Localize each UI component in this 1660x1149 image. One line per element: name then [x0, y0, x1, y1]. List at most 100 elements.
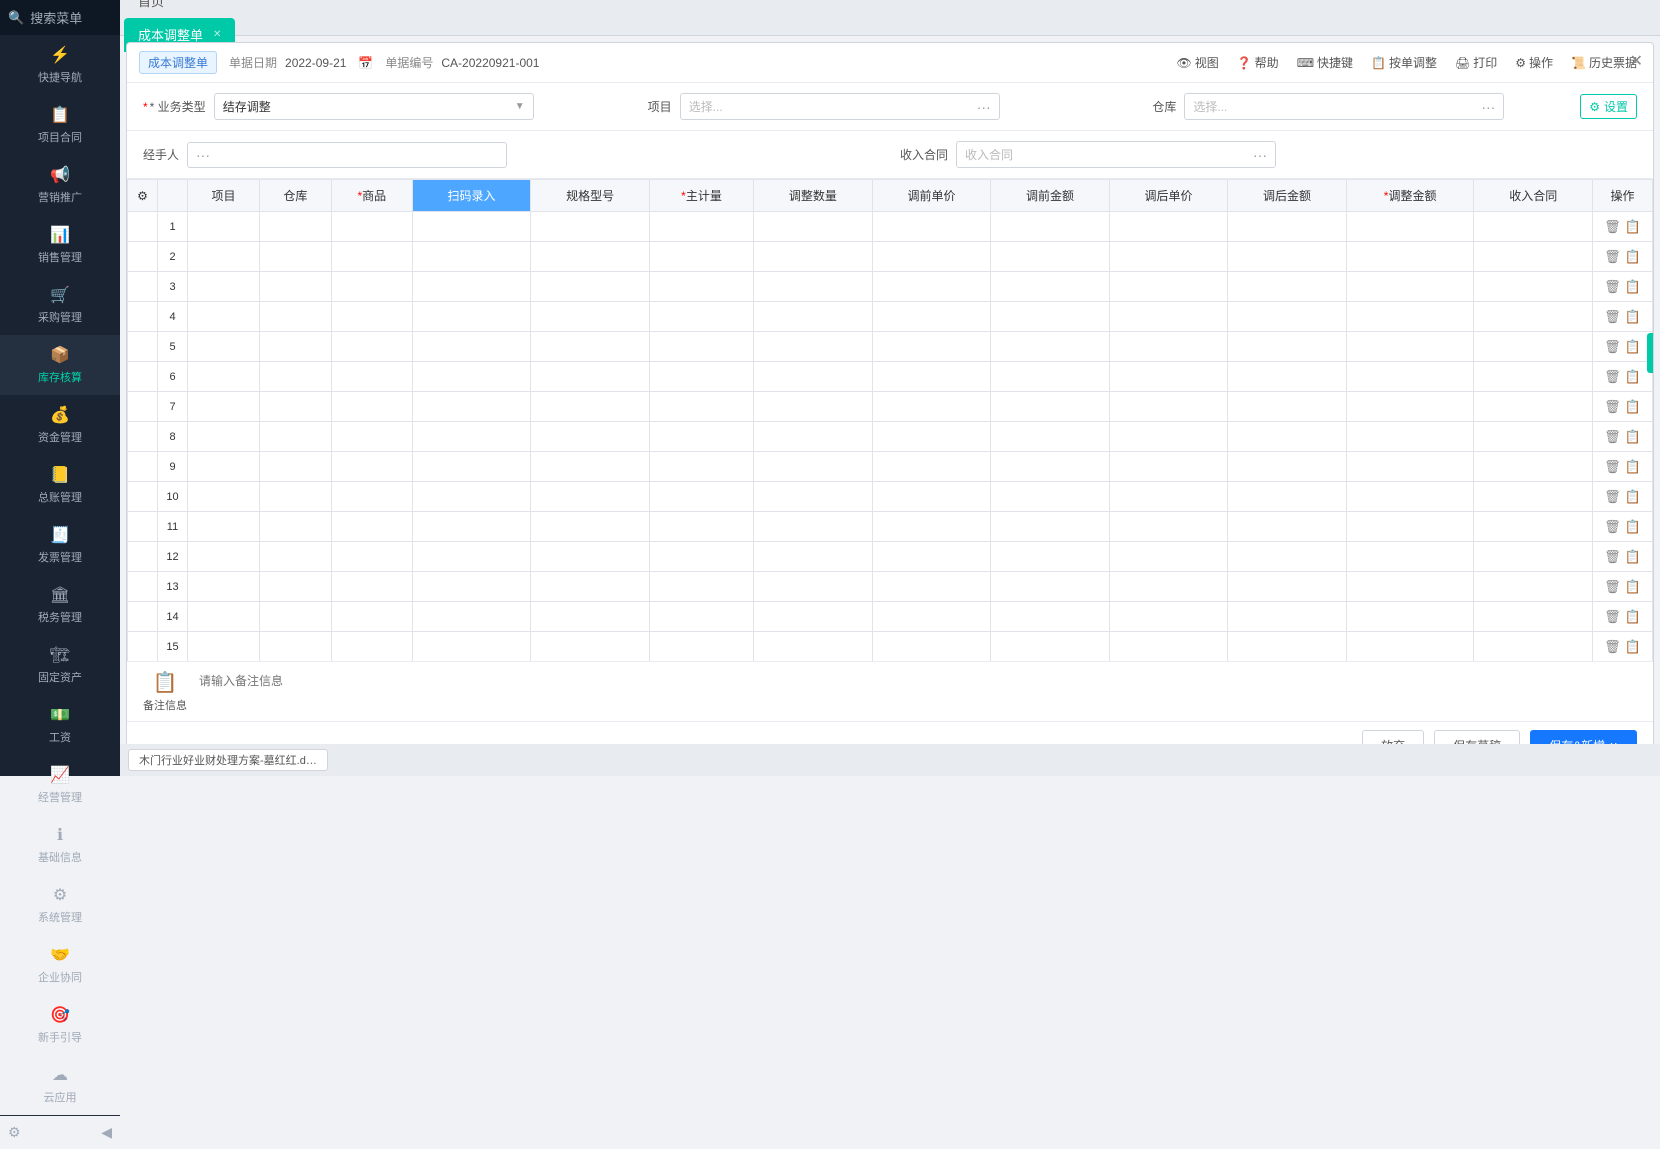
row-copy-4[interactable]: 📋 — [1625, 309, 1641, 325]
doc-action-print[interactable]: 🖨打印 — [1451, 52, 1501, 73]
cell-scan-3[interactable] — [412, 272, 531, 302]
row-delete-13[interactable]: 🗑 — [1604, 579, 1621, 595]
cell-preunitprice-5[interactable] — [872, 332, 991, 362]
cell-adjamount-13[interactable] — [1346, 572, 1474, 602]
cell-incomecontract-1[interactable] — [1474, 212, 1593, 242]
cell-postamount-9[interactable] — [1228, 452, 1347, 482]
cell-incomecontract-15[interactable] — [1474, 632, 1593, 662]
cell-incomecontract-14[interactable] — [1474, 602, 1593, 632]
cell-product-9[interactable] — [331, 452, 412, 482]
date-icon[interactable]: 📅 — [358, 56, 373, 70]
cell-mainunit-5[interactable] — [649, 332, 753, 362]
cell-warehouse-11[interactable] — [259, 512, 331, 542]
cell-preamount-3[interactable] — [991, 272, 1110, 302]
cell-scan-15[interactable] — [412, 632, 531, 662]
cell-adjqty-12[interactable] — [754, 542, 873, 572]
cell-scan-2[interactable] — [412, 242, 531, 272]
cell-preamount-4[interactable] — [991, 302, 1110, 332]
tab-home[interactable]: 首页 — [124, 0, 235, 18]
cell-product-1[interactable] — [331, 212, 412, 242]
cell-preamount-13[interactable] — [991, 572, 1110, 602]
cell-mainunit-13[interactable] — [649, 572, 753, 602]
doc-action-view[interactable]: 👁视图 — [1172, 52, 1222, 73]
cell-preunitprice-3[interactable] — [872, 272, 991, 302]
settings-icon[interactable]: ⚙ — [8, 1124, 21, 1141]
cell-postunitprice-4[interactable] — [1109, 302, 1228, 332]
project-input[interactable]: 选择... ··· — [680, 93, 1000, 120]
cell-adjamount-10[interactable] — [1346, 482, 1474, 512]
cell-spec-11[interactable] — [531, 512, 650, 542]
cell-spec-12[interactable] — [531, 542, 650, 572]
row-copy-2[interactable]: 📋 — [1625, 249, 1641, 265]
cell-postunitprice-11[interactable] — [1109, 512, 1228, 542]
sidebar-item-cloud-apps[interactable]: ☁云应用 — [0, 1055, 120, 1115]
cell-preamount-7[interactable] — [991, 392, 1110, 422]
taskbar-item[interactable]: 木门行业好业财处理方案-墓红红.doc - WPS Office — [128, 749, 328, 771]
cell-postamount-15[interactable] — [1228, 632, 1347, 662]
cell-postunitprice-7[interactable] — [1109, 392, 1228, 422]
sidebar-item-fixed-assets[interactable]: 🏗固定资产 — [0, 635, 120, 695]
cell-incomecontract-10[interactable] — [1474, 482, 1593, 512]
row-copy-11[interactable]: 📋 — [1625, 519, 1641, 535]
cell-adjamount-8[interactable] — [1346, 422, 1474, 452]
cell-adjamount-15[interactable] — [1346, 632, 1474, 662]
cell-postunitprice-9[interactable] — [1109, 452, 1228, 482]
col-settings[interactable]: ⚙ — [128, 180, 158, 212]
cell-scan-6[interactable] — [412, 362, 531, 392]
cell-spec-6[interactable] — [531, 362, 650, 392]
cell-scan-9[interactable] — [412, 452, 531, 482]
cell-adjamount-6[interactable] — [1346, 362, 1474, 392]
row-copy-7[interactable]: 📋 — [1625, 399, 1641, 415]
cell-product-2[interactable] — [331, 242, 412, 272]
cell-incomecontract-6[interactable] — [1474, 362, 1593, 392]
sidebar-item-fund-mgmt[interactable]: 💰资金管理 — [0, 395, 120, 455]
cell-warehouse-15[interactable] — [259, 632, 331, 662]
cell-project-1[interactable] — [188, 212, 260, 242]
cell-preunitprice-4[interactable] — [872, 302, 991, 332]
cell-incomecontract-2[interactable] — [1474, 242, 1593, 272]
row-copy-10[interactable]: 📋 — [1625, 489, 1641, 505]
cell-project-5[interactable] — [188, 332, 260, 362]
cell-postamount-4[interactable] — [1228, 302, 1347, 332]
cell-product-11[interactable] — [331, 512, 412, 542]
cell-warehouse-14[interactable] — [259, 602, 331, 632]
cell-postunitprice-12[interactable] — [1109, 542, 1228, 572]
cell-adjqty-10[interactable] — [754, 482, 873, 512]
cell-mainunit-2[interactable] — [649, 242, 753, 272]
sidebar-search[interactable]: 🔍 搜索菜单 — [0, 0, 120, 35]
cell-scan-8[interactable] — [412, 422, 531, 452]
cell-warehouse-7[interactable] — [259, 392, 331, 422]
cell-postunitprice-6[interactable] — [1109, 362, 1228, 392]
cell-preunitprice-15[interactable] — [872, 632, 991, 662]
cell-mainunit-15[interactable] — [649, 632, 753, 662]
cell-spec-13[interactable] — [531, 572, 650, 602]
cell-preamount-6[interactable] — [991, 362, 1110, 392]
notes-icon-button[interactable]: 📋 备注信息 — [143, 670, 187, 713]
cell-preamount-10[interactable] — [991, 482, 1110, 512]
cell-postunitprice-1[interactable] — [1109, 212, 1228, 242]
sidebar-item-new-guide[interactable]: 🎯新手引导 — [0, 995, 120, 1055]
cell-mainunit-10[interactable] — [649, 482, 753, 512]
settings-button[interactable]: ⚙ 设置 — [1580, 94, 1637, 119]
cell-warehouse-4[interactable] — [259, 302, 331, 332]
row-delete-6[interactable]: 🗑 — [1604, 369, 1621, 385]
cell-spec-7[interactable] — [531, 392, 650, 422]
cell-postamount-13[interactable] — [1228, 572, 1347, 602]
biz-type-input[interactable]: 结存调整 ▼ — [214, 93, 534, 120]
cell-warehouse-12[interactable] — [259, 542, 331, 572]
cell-scan-5[interactable] — [412, 332, 531, 362]
sidebar-item-sys-mgmt[interactable]: ⚙系统管理 — [0, 875, 120, 935]
cell-postamount-6[interactable] — [1228, 362, 1347, 392]
cell-postamount-10[interactable] — [1228, 482, 1347, 512]
cell-incomecontract-12[interactable] — [1474, 542, 1593, 572]
cell-postunitprice-2[interactable] — [1109, 242, 1228, 272]
cell-mainunit-6[interactable] — [649, 362, 753, 392]
cell-spec-3[interactable] — [531, 272, 650, 302]
cell-postamount-14[interactable] — [1228, 602, 1347, 632]
sidebar-item-sales-mgmt[interactable]: 📊销售管理 — [0, 215, 120, 275]
cell-preamount-14[interactable] — [991, 602, 1110, 632]
cell-warehouse-13[interactable] — [259, 572, 331, 602]
row-delete-3[interactable]: 🗑 — [1604, 279, 1621, 295]
cell-adjqty-4[interactable] — [754, 302, 873, 332]
cell-preunitprice-12[interactable] — [872, 542, 991, 572]
